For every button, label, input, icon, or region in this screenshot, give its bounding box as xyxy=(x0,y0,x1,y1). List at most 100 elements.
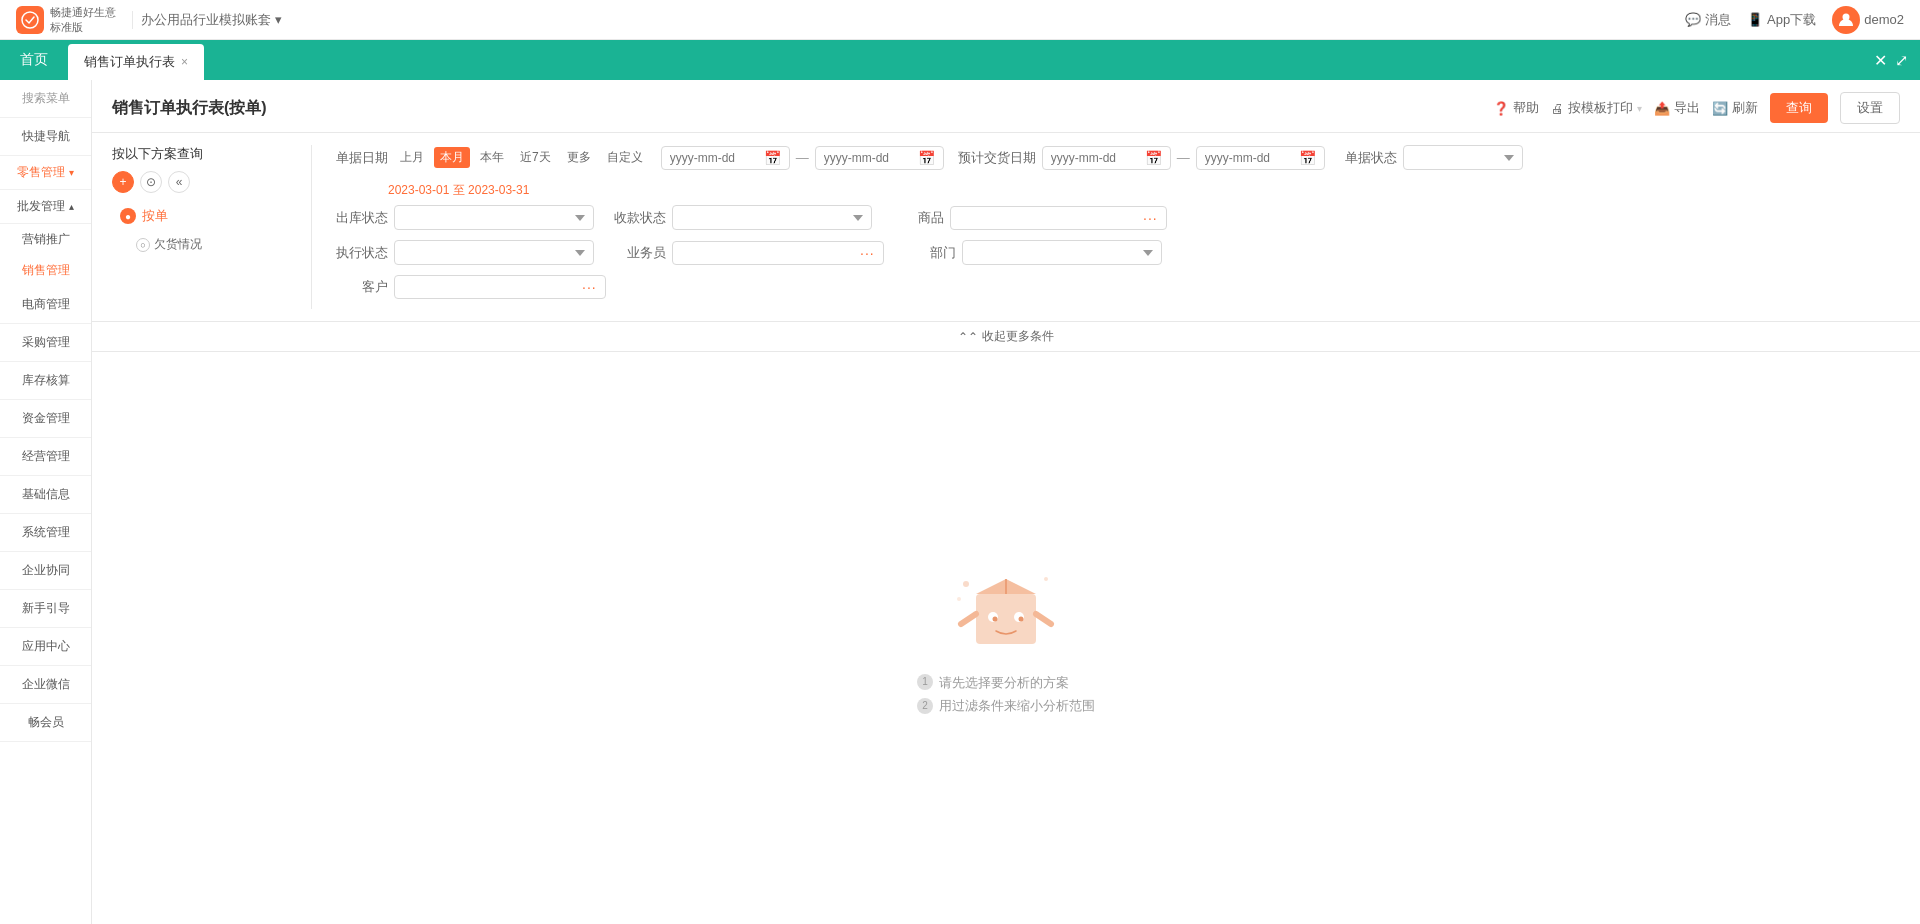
payment-status-select[interactable] xyxy=(672,205,872,230)
empty-num-1: 1 xyxy=(917,674,933,690)
sidebar-item-basic[interactable]: 基础信息 xyxy=(0,476,91,514)
app-download-button[interactable]: 📱 App下载 xyxy=(1747,11,1816,29)
filter-panel: 按以下方案查询 + ⊙ « ● 按单 ○ 欠货情况 xyxy=(92,133,1920,322)
date-tab-lastmonth[interactable]: 上月 xyxy=(394,147,430,168)
date-tab-custom[interactable]: 自定义 xyxy=(601,147,649,168)
sidebar-item-operation[interactable]: 经营管理 xyxy=(0,438,91,476)
salesperson-input[interactable] xyxy=(681,246,856,260)
payment-status-label: 收款状态 xyxy=(606,209,666,227)
doc-status-select[interactable] xyxy=(1403,145,1523,170)
date-end-wrap: 📅 xyxy=(815,146,944,170)
goods-label: 商品 xyxy=(884,209,944,227)
expected-date-end-input[interactable] xyxy=(1205,151,1295,165)
help-button[interactable]: ❓ 帮助 xyxy=(1493,99,1539,117)
expected-date-start-wrap: 📅 xyxy=(1042,146,1171,170)
date-end-input[interactable] xyxy=(824,151,914,165)
dept-select[interactable] xyxy=(962,240,1162,265)
sidebar-item-sales[interactable]: 销售管理 xyxy=(0,255,91,286)
sidebar-item-finance[interactable]: 资金管理 xyxy=(0,400,91,438)
download-icon: 📱 xyxy=(1747,12,1763,27)
scheme-add-button[interactable]: + xyxy=(112,171,134,193)
doc-status-label: 单据状态 xyxy=(1337,149,1397,167)
chevron-icon: ▴ xyxy=(69,201,74,212)
svg-point-9 xyxy=(957,597,961,601)
sidebar-item-corp[interactable]: 企业协同 xyxy=(0,552,91,590)
svg-point-0 xyxy=(22,12,38,28)
svg-point-7 xyxy=(963,581,969,587)
sidebar-item-wholesale[interactable]: 批发管理 ▴ xyxy=(0,190,91,224)
sidebar-item-search[interactable]: 搜索菜单 xyxy=(0,80,91,118)
user-menu[interactable]: demo2 xyxy=(1832,6,1904,34)
salesperson-more-button[interactable]: ··· xyxy=(860,245,875,261)
sidebar-item-marketing[interactable]: 营销推广 xyxy=(0,224,91,255)
customer-more-button[interactable]: ··· xyxy=(582,279,597,295)
logo-icon xyxy=(16,6,44,34)
chevron-icon: ▾ xyxy=(69,167,74,178)
settings-button[interactable]: 设置 xyxy=(1840,92,1900,124)
goods-more-button[interactable]: ··· xyxy=(1143,210,1158,226)
collapse-bar[interactable]: ⌃⌃ 收起更多条件 xyxy=(92,322,1920,352)
collapse-icon: ⌃⌃ xyxy=(958,330,978,344)
customer-input-wrap: ··· xyxy=(394,275,606,299)
template-print-button[interactable]: 🖨 按模板打印 ▾ xyxy=(1551,99,1642,117)
ship-status-select[interactable] xyxy=(394,205,594,230)
sidebar-item-retail[interactable]: 零售管理 ▾ xyxy=(0,156,91,190)
empty-text-item-1: 1 请先选择要分析的方案 xyxy=(917,671,1095,694)
exec-status-select[interactable] xyxy=(394,240,594,265)
sidebar-item-system[interactable]: 系统管理 xyxy=(0,514,91,552)
query-button[interactable]: 查询 xyxy=(1770,93,1828,123)
message-button[interactable]: 💬 消息 xyxy=(1685,11,1731,29)
filter-field-payment-status: 收款状态 xyxy=(606,205,872,230)
sidebar-item-apps[interactable]: 应用中心 xyxy=(0,628,91,666)
scheme-item-order[interactable]: ● 按单 xyxy=(112,201,299,231)
nav-dropdown[interactable]: 办公用品行业模拟账套 ▾ xyxy=(132,11,290,29)
logo-area: 畅捷通好生意 标准版 xyxy=(16,5,116,34)
dept-label: 部门 xyxy=(896,244,956,262)
calendar-expected-start-icon[interactable]: 📅 xyxy=(1145,150,1162,166)
export-button[interactable]: 📤 导出 xyxy=(1654,99,1700,117)
date-tab-thismonth[interactable]: 本月 xyxy=(434,147,470,168)
filter-scheme-panel: 按以下方案查询 + ⊙ « ● 按单 ○ 欠货情况 xyxy=(112,145,312,309)
filter-row-3: 执行状态 业务员 ··· 部门 xyxy=(328,240,1900,265)
tab-bar-right: ✕ ⤢ xyxy=(1874,51,1920,70)
calendar-expected-end-icon[interactable]: 📅 xyxy=(1299,150,1316,166)
svg-point-5 xyxy=(993,616,998,621)
goods-input[interactable] xyxy=(959,211,1139,225)
scheme-collapse-button[interactable]: « xyxy=(168,171,190,193)
filter-field-goods: 商品 ··· xyxy=(884,206,1167,230)
window-close-icon[interactable]: ✕ xyxy=(1874,51,1887,70)
scheme-item-shortage[interactable]: ○ 欠货情况 xyxy=(112,231,299,258)
empty-num-2: 2 xyxy=(917,698,933,714)
date-start-input[interactable] xyxy=(670,151,760,165)
filter-fields: 单据日期 上月 本月 本年 近7天 更多 自定义 xyxy=(312,145,1900,309)
tab-active[interactable]: 销售订单执行表 × xyxy=(68,44,204,80)
sidebar-item-newbie[interactable]: 新手引导 xyxy=(0,590,91,628)
sidebar-item-quicknav[interactable]: 快捷导航 xyxy=(0,118,91,156)
window-expand-icon[interactable]: ⤢ xyxy=(1895,51,1908,70)
sidebar-item-inventory[interactable]: 库存核算 xyxy=(0,362,91,400)
date-tab-more[interactable]: 更多 xyxy=(561,147,597,168)
date-tab-7days[interactable]: 近7天 xyxy=(514,147,557,168)
goods-input-wrap: ··· xyxy=(950,206,1167,230)
calendar-start-icon[interactable]: 📅 xyxy=(764,150,781,166)
tab-bar: 首页 销售订单执行表 × ✕ ⤢ xyxy=(0,40,1920,80)
sidebar-item-wechat[interactable]: 企业微信 xyxy=(0,666,91,704)
tab-close-icon[interactable]: × xyxy=(181,55,188,69)
date-label: 单据日期 xyxy=(328,149,388,167)
sidebar-item-member[interactable]: 畅会员 xyxy=(0,704,91,742)
top-header: 畅捷通好生意 标准版 办公用品行业模拟账套 ▾ 💬 消息 📱 App下载 dem… xyxy=(0,0,1920,40)
customer-label: 客户 xyxy=(328,278,388,296)
scheme-copy-button[interactable]: ⊙ xyxy=(140,171,162,193)
filter-field-customer: 客户 ··· xyxy=(328,275,606,299)
calendar-end-icon[interactable]: 📅 xyxy=(918,150,935,166)
tab-home[interactable]: 首页 xyxy=(0,40,68,80)
refresh-button[interactable]: 🔄 刷新 xyxy=(1712,99,1758,117)
customer-input[interactable] xyxy=(403,280,578,294)
sidebar-item-ecommerce[interactable]: 电商管理 xyxy=(0,286,91,324)
expected-date-start-input[interactable] xyxy=(1051,151,1141,165)
sidebar-item-purchase[interactable]: 采购管理 xyxy=(0,324,91,362)
filter-row-2: 出库状态 收款状态 商品 xyxy=(328,205,1900,230)
date-tab-thisyear[interactable]: 本年 xyxy=(474,147,510,168)
print-icon: 🖨 xyxy=(1551,101,1564,116)
filter-field-dept: 部门 xyxy=(896,240,1162,265)
